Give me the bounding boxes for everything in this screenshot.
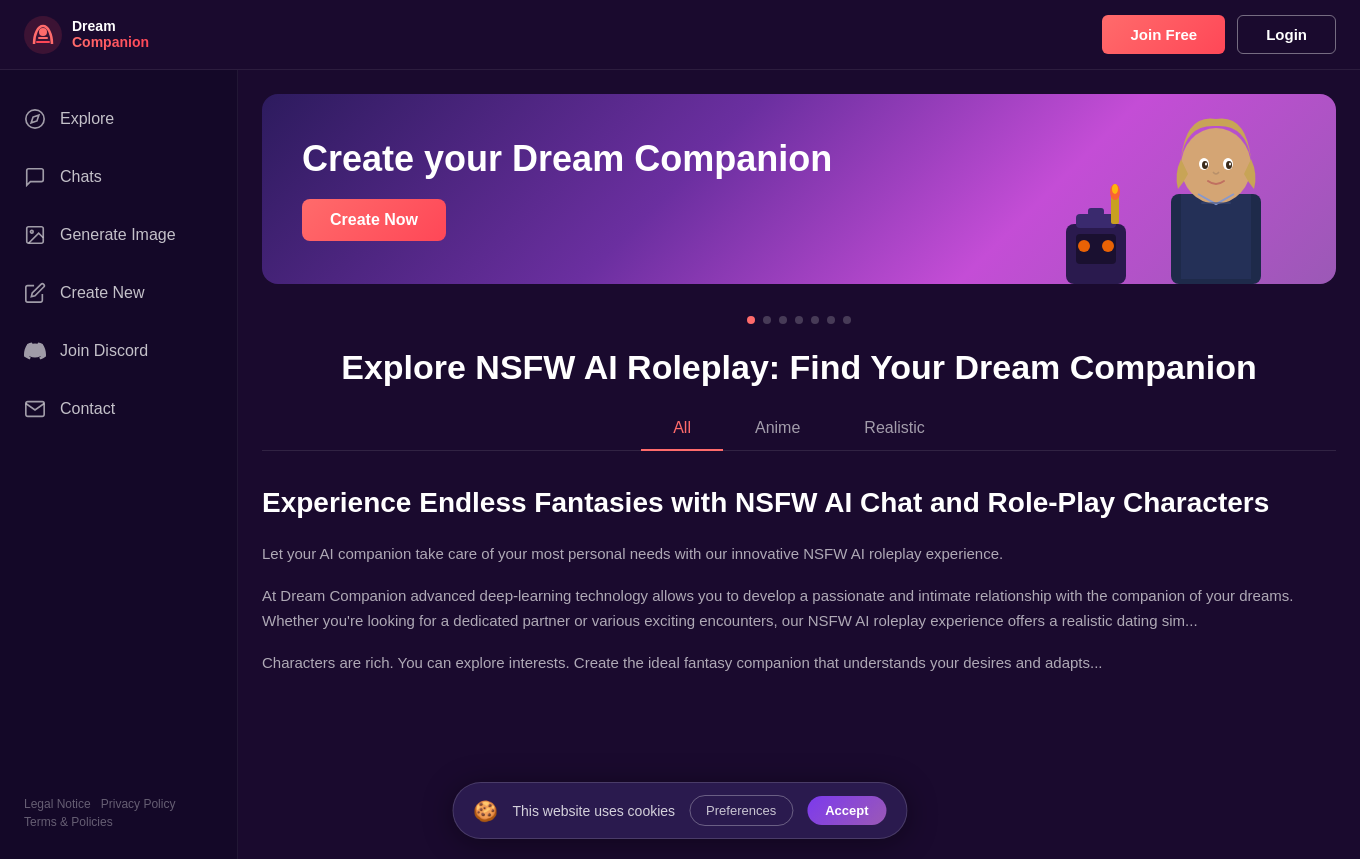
cookie-icon: 🍪 [473, 799, 498, 823]
logo-companion: Companion [72, 35, 149, 50]
logo-text: Dream Companion [72, 19, 149, 50]
svg-marker-3 [31, 115, 39, 123]
create-now-button[interactable]: Create Now [302, 199, 446, 241]
sidebar-item-generate-image[interactable]: Generate Image [0, 206, 237, 264]
tab-realistic[interactable]: Realistic [832, 407, 956, 451]
svg-point-13 [1226, 161, 1232, 169]
layout: Explore Chats Generate Image [0, 0, 1360, 859]
header: Dream Companion Join Free Login [0, 0, 1360, 70]
join-free-button[interactable]: Join Free [1102, 15, 1225, 54]
login-button[interactable]: Login [1237, 15, 1336, 54]
hero-character-svg [1116, 94, 1316, 284]
tab-all[interactable]: All [641, 407, 723, 451]
svg-point-14 [1205, 163, 1207, 166]
logo[interactable]: Dream Companion [24, 16, 149, 54]
sidebar-label-chats: Chats [60, 168, 102, 186]
content-section: Experience Endless Fantasies with NSFW A… [262, 475, 1336, 701]
main-content: Create your Dream Companion Create Now [238, 70, 1360, 859]
logo-dream: Dream [72, 19, 149, 34]
cookie-text: This website uses cookies [512, 803, 675, 819]
tab-anime[interactable]: Anime [723, 407, 832, 451]
header-buttons: Join Free Login [1102, 15, 1336, 54]
pencil-icon [24, 282, 46, 304]
sidebar-label-generate-image: Generate Image [60, 226, 176, 244]
image-icon [24, 224, 46, 246]
svg-rect-21 [1076, 214, 1116, 228]
sidebar-nav: Explore Chats Generate Image [0, 90, 237, 777]
sidebar-label-join-discord: Join Discord [60, 342, 148, 360]
svg-point-1 [39, 28, 47, 36]
sidebar-item-create-new[interactable]: Create New [0, 264, 237, 322]
content-para3: Characters are rich. You can explore int… [262, 650, 1336, 676]
svg-point-19 [1078, 240, 1090, 252]
discord-icon [24, 340, 46, 362]
explore-heading: Explore NSFW AI Roleplay: Find Your Drea… [262, 348, 1336, 387]
svg-point-2 [26, 110, 44, 128]
sidebar-label-contact: Contact [60, 400, 115, 418]
content-para2: At Dream Companion advanced deep-learnin… [262, 583, 1336, 634]
sidebar-label-create-new: Create New [60, 284, 144, 302]
svg-point-25 [1112, 184, 1118, 194]
svg-rect-22 [1088, 208, 1104, 216]
hero-title: Create your Dream Companion [302, 137, 832, 180]
accept-button[interactable]: Accept [807, 796, 886, 825]
dot-7 [843, 316, 851, 324]
dot-1 [747, 316, 755, 324]
dot-5 [811, 316, 819, 324]
dot-4 [795, 316, 803, 324]
hero-text: Create your Dream Companion Create Now [302, 137, 832, 240]
dot-2 [763, 316, 771, 324]
dot-6 [827, 316, 835, 324]
svg-point-15 [1229, 163, 1231, 166]
content-heading: Experience Endless Fantasies with NSFW A… [262, 485, 1336, 521]
sidebar: Explore Chats Generate Image [0, 70, 238, 859]
svg-rect-7 [1181, 194, 1251, 279]
sidebar-item-explore[interactable]: Explore [0, 90, 237, 148]
dot-3 [779, 316, 787, 324]
explore-section: Explore NSFW AI Roleplay: Find Your Drea… [262, 348, 1336, 451]
privacy-policy-link[interactable]: Privacy Policy [101, 797, 176, 811]
sidebar-footer: Legal Notice Privacy Policy Terms & Poli… [0, 777, 237, 839]
svg-point-12 [1202, 161, 1208, 169]
dots-row [262, 316, 1336, 324]
hero-image [916, 94, 1336, 284]
svg-point-20 [1102, 240, 1114, 252]
sidebar-item-join-discord[interactable]: Join Discord [0, 322, 237, 380]
legal-notice-link[interactable]: Legal Notice [24, 797, 91, 811]
chat-icon [24, 166, 46, 188]
svg-point-9 [1181, 128, 1251, 204]
cookie-banner: 🍪 This website uses cookies Preferences … [452, 782, 907, 839]
logo-icon [24, 16, 62, 54]
tab-bar: All Anime Realistic [262, 407, 1336, 451]
content-para1: Let your AI companion take care of your … [262, 541, 1336, 567]
hero-robot-svg [1046, 174, 1146, 284]
svg-rect-16 [1201, 202, 1231, 204]
compass-icon [24, 108, 46, 130]
svg-point-5 [30, 230, 33, 233]
preferences-button[interactable]: Preferences [689, 795, 793, 826]
contact-icon [24, 398, 46, 420]
sidebar-label-explore: Explore [60, 110, 114, 128]
hero-banner: Create your Dream Companion Create Now [262, 94, 1336, 284]
sidebar-item-contact[interactable]: Contact [0, 380, 237, 438]
sidebar-footer-links: Legal Notice Privacy Policy [24, 797, 213, 811]
sidebar-item-chats[interactable]: Chats [0, 148, 237, 206]
terms-link[interactable]: Terms & Policies [24, 815, 213, 829]
